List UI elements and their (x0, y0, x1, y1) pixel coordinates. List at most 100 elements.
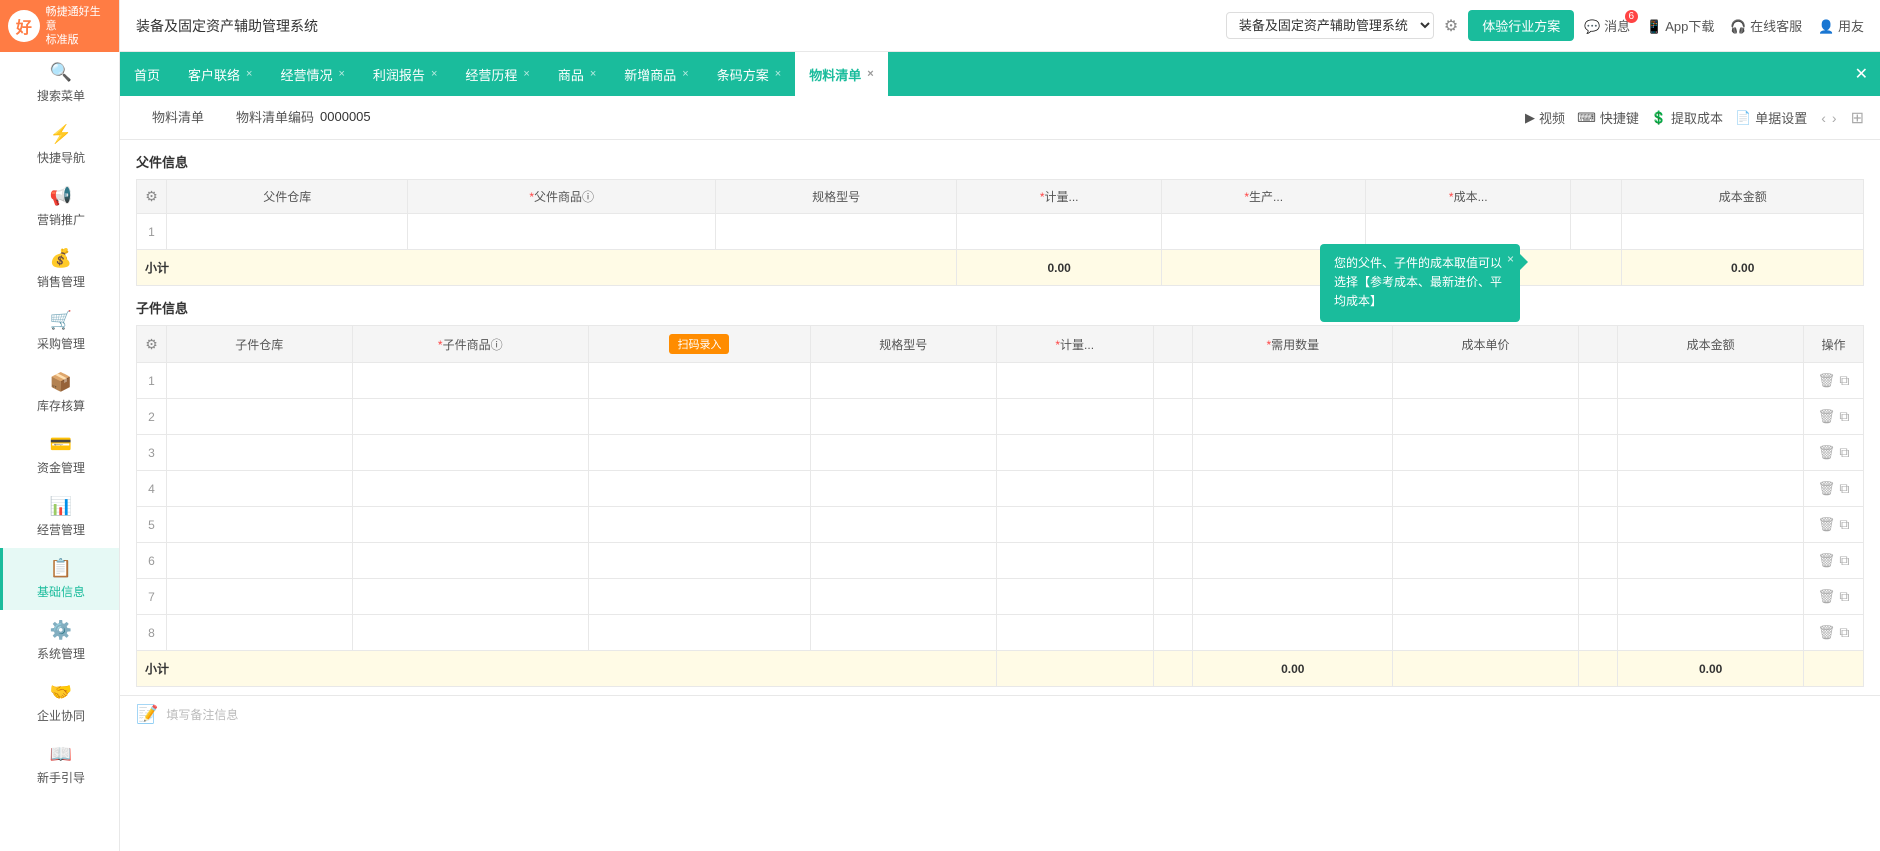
child-th-scan[interactable]: 扫码录入 (588, 326, 810, 363)
child-cell-unitcost-1[interactable] (1393, 363, 1579, 399)
trial-btn[interactable]: 体验行业方案 (1468, 10, 1574, 41)
app-download[interactable]: 📱 App下载 (1646, 16, 1714, 35)
sub-tab-list[interactable]: 物料清单 (136, 96, 220, 140)
close-operation-icon[interactable]: × (338, 68, 344, 80)
close-barcode-icon[interactable]: × (775, 68, 781, 80)
child-cell-goods-8[interactable] (352, 615, 588, 651)
child-cell-scan-6[interactable] (588, 543, 810, 579)
sidebar-item-inventory[interactable]: 📦 库存核算 (0, 362, 119, 424)
note-placeholder[interactable]: 填写备注信息 (166, 706, 238, 723)
child-cell-spec-5[interactable] (811, 507, 997, 543)
child-cell-warehouse-7[interactable] (167, 579, 353, 615)
sidebar-item-marketing[interactable]: 📢 营销推广 (0, 176, 119, 238)
sidebar-item-sales[interactable]: 💰 销售管理 (0, 238, 119, 300)
delete-icon-5[interactable]: 🗑 (1818, 516, 1836, 533)
child-cell-unit-2[interactable] (996, 399, 1153, 435)
delete-icon-7[interactable]: 🗑 (1818, 588, 1836, 605)
parent-cell-unit-1[interactable] (957, 214, 1162, 250)
child-cell-unit-5[interactable] (996, 507, 1153, 543)
child-cell-scan-1[interactable] (588, 363, 810, 399)
child-cell-qty-6[interactable] (1193, 543, 1393, 579)
copy-icon-6[interactable]: ⧉ (1839, 552, 1849, 569)
parent-th-gear[interactable]: ⚙ (137, 180, 167, 214)
child-cell-scan-3[interactable] (588, 435, 810, 471)
sidebar-item-system[interactable]: ⚙️ 系统管理 (0, 610, 119, 672)
close-bom-icon[interactable]: × (867, 68, 873, 80)
child-cell-unit-6[interactable] (996, 543, 1153, 579)
tab-operation[interactable]: 经营情况 × (266, 52, 358, 96)
system-selector[interactable]: 装备及固定资产辅助管理系统 (1226, 12, 1434, 39)
child-cell-scan-8[interactable] (588, 615, 810, 651)
child-cell-unitcost-2[interactable] (1393, 399, 1579, 435)
child-cell-qty-5[interactable] (1193, 507, 1393, 543)
sidebar-item-basic[interactable]: 📋 基础信息 (0, 548, 119, 610)
copy-icon-8[interactable]: ⧉ (1839, 624, 1849, 641)
delete-icon-3[interactable]: 🗑 (1818, 444, 1836, 461)
close-history-icon[interactable]: × (523, 68, 529, 80)
child-cell-warehouse-8[interactable] (167, 615, 353, 651)
child-cell-spec-2[interactable] (811, 399, 997, 435)
sidebar-item-purchase[interactable]: 🛒 采购管理 (0, 300, 119, 362)
close-goods-icon[interactable]: × (590, 68, 596, 80)
prev-arrow[interactable]: ‹ (1819, 110, 1828, 126)
shortcut-action[interactable]: ⌨ 快捷键 (1577, 108, 1639, 127)
child-cell-unit-8[interactable] (996, 615, 1153, 651)
child-cell-unitcost-4[interactable] (1393, 471, 1579, 507)
settings-icon[interactable]: ⚙ (1444, 16, 1458, 36)
child-cell-unit-3[interactable] (996, 435, 1153, 471)
child-cell-spec-8[interactable] (811, 615, 997, 651)
scan-button[interactable]: 扫码录入 (669, 334, 729, 354)
sidebar-item-guide[interactable]: 📖 新手引导 (0, 734, 119, 796)
single-setting-action[interactable]: 📄 单据设置 (1735, 108, 1807, 127)
child-cell-unit-7[interactable] (996, 579, 1153, 615)
child-cell-spec-1[interactable] (811, 363, 997, 399)
tab-customers[interactable]: 客户联络 × (174, 52, 266, 96)
copy-icon-5[interactable]: ⧉ (1839, 516, 1849, 533)
child-cell-warehouse-6[interactable] (167, 543, 353, 579)
child-cell-goods-4[interactable] (352, 471, 588, 507)
child-th-gear[interactable]: ⚙ (137, 326, 167, 363)
sidebar-item-search[interactable]: 🔍 搜索菜单 (0, 52, 119, 114)
parent-cell-spec-1[interactable] (715, 214, 956, 250)
delete-icon-8[interactable]: 🗑 (1818, 624, 1836, 641)
sidebar-item-ops[interactable]: 📊 经营管理 (0, 486, 119, 548)
tab-profit[interactable]: 利润报告 × (359, 52, 451, 96)
close-new-goods-icon[interactable]: × (682, 68, 688, 80)
child-cell-unitcost-8[interactable] (1393, 615, 1579, 651)
message-item[interactable]: 💬 6 消息 (1584, 16, 1630, 35)
tab-bom[interactable]: 物料清单 × (795, 52, 887, 96)
copy-icon-4[interactable]: ⧉ (1839, 480, 1849, 497)
cost-action[interactable]: 💲 提取成本 (1651, 108, 1723, 127)
user-avatar[interactable]: 👤 用友 (1818, 16, 1864, 35)
child-cell-unitcost-5[interactable] (1393, 507, 1579, 543)
child-cell-warehouse-2[interactable] (167, 399, 353, 435)
copy-icon-3[interactable]: ⧉ (1839, 444, 1849, 461)
child-cell-goods-6[interactable] (352, 543, 588, 579)
child-cell-scan-7[interactable] (588, 579, 810, 615)
child-cell-qty-3[interactable] (1193, 435, 1393, 471)
child-cell-unitcost-3[interactable] (1393, 435, 1579, 471)
child-cell-unitcost-6[interactable] (1393, 543, 1579, 579)
sub-tab-code[interactable]: 物料清单编码 0000005 (220, 96, 387, 140)
child-cell-unit-4[interactable] (996, 471, 1153, 507)
copy-icon-7[interactable]: ⧉ (1839, 588, 1849, 605)
tab-barcode[interactable]: 条码方案 × (703, 52, 795, 96)
copy-icon-1[interactable]: ⧉ (1839, 372, 1849, 389)
child-cell-warehouse-3[interactable] (167, 435, 353, 471)
next-arrow[interactable]: › (1830, 110, 1839, 126)
tab-home[interactable]: 首页 (120, 52, 174, 96)
child-cell-unitcost-7[interactable] (1393, 579, 1579, 615)
child-cell-goods-7[interactable] (352, 579, 588, 615)
child-cell-unit-1[interactable] (996, 363, 1153, 399)
tab-goods[interactable]: 商品 × (544, 52, 610, 96)
child-cell-warehouse-5[interactable] (167, 507, 353, 543)
sidebar-item-finance[interactable]: 💳 资金管理 (0, 424, 119, 486)
tooltip-close-icon[interactable]: × (1507, 250, 1514, 269)
grid-view-icon[interactable]: ⊞ (1851, 108, 1864, 128)
online-service[interactable]: 🎧 在线客服 (1730, 16, 1802, 35)
child-cell-scan-5[interactable] (588, 507, 810, 543)
delete-icon-6[interactable]: 🗑 (1818, 552, 1836, 569)
child-cell-goods-3[interactable] (352, 435, 588, 471)
parent-cell-goods-1[interactable] (408, 214, 715, 250)
child-cell-goods-1[interactable] (352, 363, 588, 399)
